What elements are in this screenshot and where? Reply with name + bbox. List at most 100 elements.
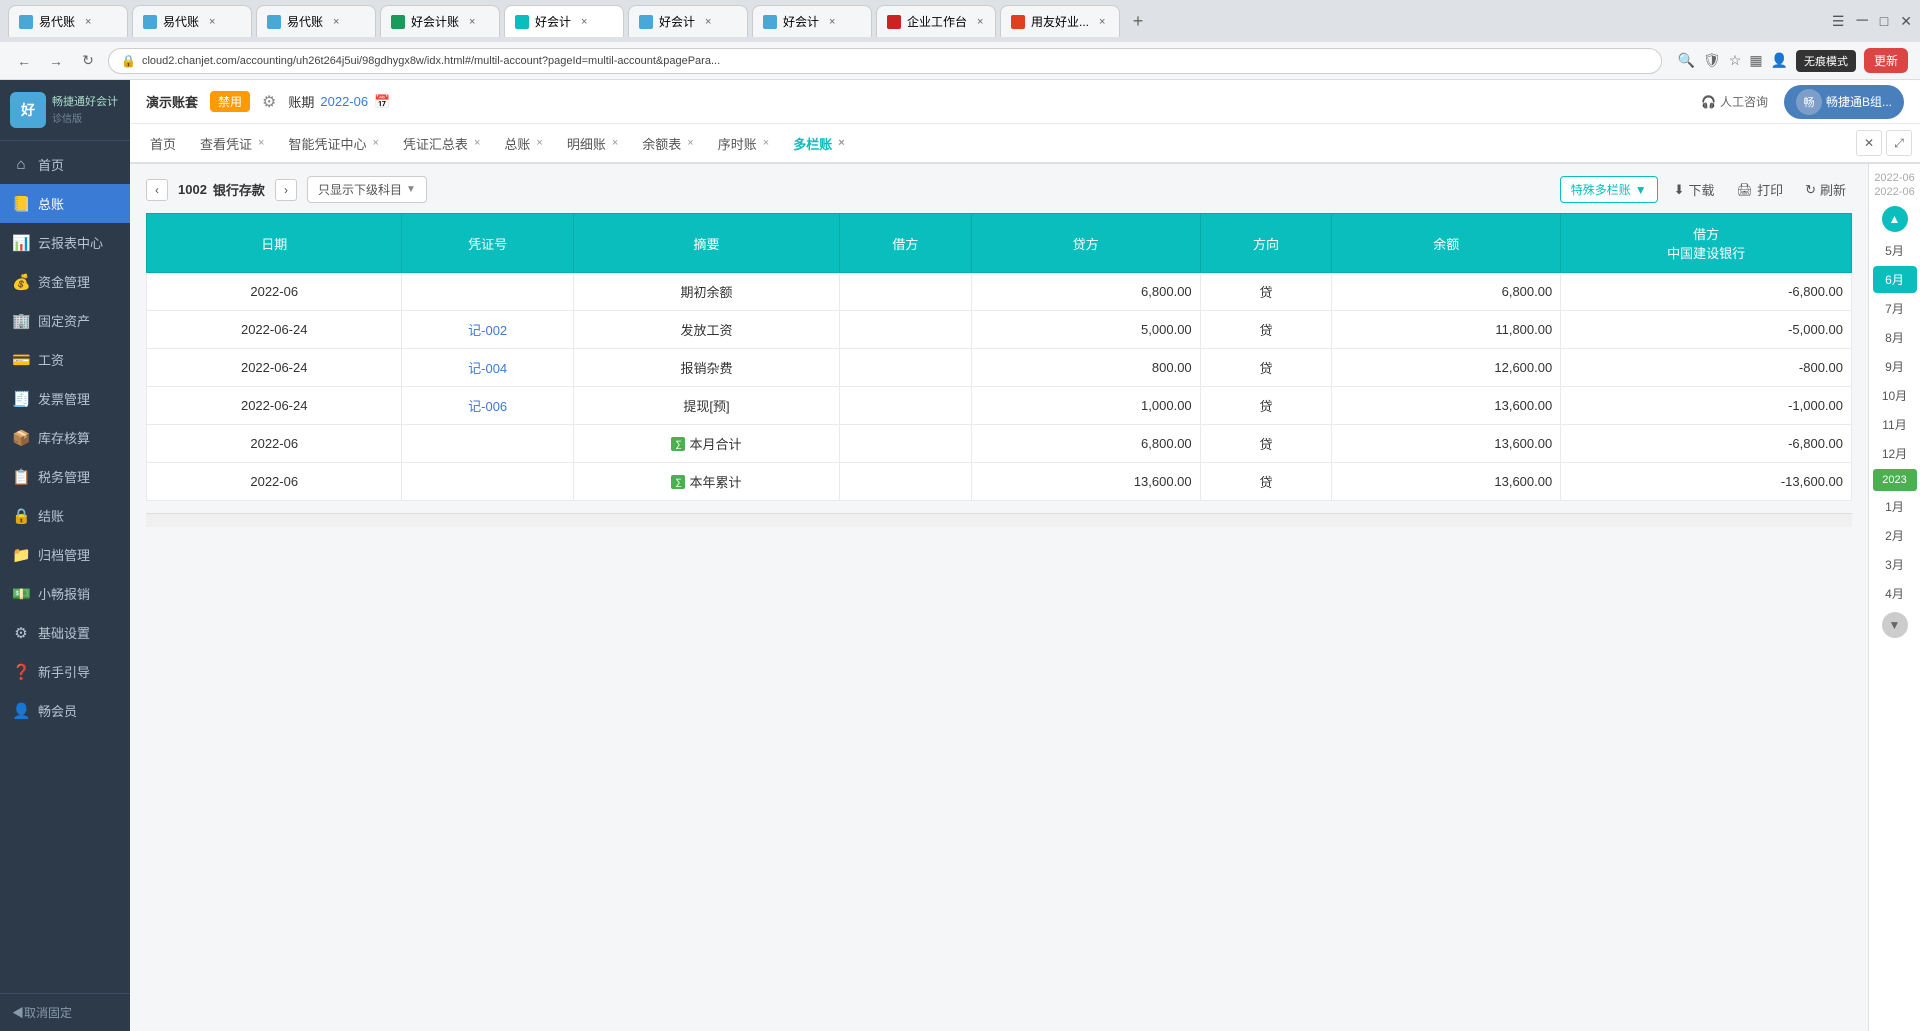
tab-sequence-close[interactable]: ×: [763, 137, 769, 149]
print-button[interactable]: 🖨 打印: [1731, 176, 1790, 203]
prev-account-button[interactable]: ‹: [146, 179, 168, 201]
tab-close-8[interactable]: ×: [977, 16, 983, 28]
sidebar-item-archive[interactable]: 📁 归档管理: [0, 535, 130, 574]
tab-smart-voucher-close[interactable]: ×: [372, 137, 378, 149]
sidebar-item-fund[interactable]: 💰 资金管理: [0, 262, 130, 301]
tab-voucher-summary[interactable]: 凭证汇总表 ×: [391, 124, 492, 164]
month-item-10[interactable]: 10月: [1873, 382, 1917, 409]
tab-voucher[interactable]: 查看凭证 ×: [188, 124, 276, 164]
cell-voucher-2[interactable]: 记-004: [402, 349, 573, 387]
sidebar-toggle-icon[interactable]: ▦: [1749, 52, 1762, 69]
sidebar-item-member[interactable]: 👤 畅会员: [0, 691, 130, 730]
tab-multi-col[interactable]: 多栏账 ×: [781, 124, 856, 164]
multi-col-button[interactable]: 特殊多栏账 ▼: [1560, 176, 1658, 203]
month-scroll-up-button[interactable]: ▲: [1882, 206, 1908, 232]
refresh-button[interactable]: ↻: [76, 49, 100, 73]
sidebar-item-inventory[interactable]: 📦 库存核算: [0, 418, 130, 457]
tab-1[interactable]: 易代账 ×: [8, 5, 128, 37]
sidebar-item-settings[interactable]: ⚙ 基础设置: [0, 613, 130, 652]
refresh-button[interactable]: ↻ 刷新: [1799, 176, 1852, 203]
minimize-button[interactable]: ─: [1856, 12, 1867, 30]
account-selector[interactable]: 1002 银行存款: [178, 180, 265, 199]
month-item-4[interactable]: 4月: [1873, 580, 1917, 607]
settings-gear-icon[interactable]: ⚙: [262, 92, 276, 112]
month-item-3[interactable]: 3月: [1873, 551, 1917, 578]
filter-button[interactable]: 只显示下级科目 ▼: [307, 176, 427, 203]
month-item-7[interactable]: 7月: [1873, 295, 1917, 322]
month-item-8[interactable]: 8月: [1873, 324, 1917, 351]
tab-2[interactable]: 易代账 ×: [132, 5, 252, 37]
tab-general-ledger-close[interactable]: ×: [536, 137, 542, 149]
tab-close-7[interactable]: ×: [829, 16, 835, 28]
update-button[interactable]: 更新: [1864, 48, 1908, 73]
tab-balance-close[interactable]: ×: [687, 137, 693, 149]
shield-icon[interactable]: 🛡: [1703, 52, 1721, 69]
tab-close-2[interactable]: ×: [209, 16, 215, 28]
tab-smart-voucher[interactable]: 智能凭证中心 ×: [276, 124, 390, 164]
sidebar-item-home[interactable]: ⌂ 首页: [0, 145, 130, 184]
tab-close-4[interactable]: ×: [469, 16, 475, 28]
demo-badge[interactable]: 禁用: [210, 91, 250, 112]
tab-4[interactable]: 好会计账 ×: [380, 5, 500, 37]
month-item-2[interactable]: 2月: [1873, 522, 1917, 549]
sidebar-item-salary[interactable]: 💳 工资: [0, 340, 130, 379]
user-profile-button[interactable]: 畅 畅捷通B组...: [1784, 85, 1904, 119]
tab-close-9[interactable]: ×: [1099, 16, 1105, 28]
tab-8[interactable]: 企业工作台 ×: [876, 5, 996, 37]
sidebar-item-close[interactable]: 🔒 结账: [0, 496, 130, 535]
no-trace-button[interactable]: 无痕模式: [1796, 50, 1856, 72]
tab-close-3[interactable]: ×: [333, 16, 339, 28]
close-window-button[interactable]: ✕: [1900, 13, 1912, 30]
customer-service-button[interactable]: 🎧 人工咨询: [1701, 93, 1768, 110]
next-account-button[interactable]: ›: [275, 179, 297, 201]
month-item-5[interactable]: 5月: [1873, 237, 1917, 264]
tabs-close-all-button[interactable]: ✕: [1856, 130, 1882, 156]
cell-voucher-3[interactable]: 记-006: [402, 387, 573, 425]
month-item-6[interactable]: 6月: [1873, 266, 1917, 293]
profile-icon[interactable]: 👤: [1771, 52, 1788, 69]
new-tab-button[interactable]: +: [1124, 7, 1152, 35]
search-icon[interactable]: 🔍: [1678, 52, 1695, 69]
tabs-expand-button[interactable]: ⤢: [1886, 130, 1912, 156]
tab-close-1[interactable]: ×: [85, 16, 91, 28]
sidebar-item-ledger[interactable]: 📒 总账: [0, 184, 130, 223]
back-button[interactable]: ←: [12, 49, 36, 73]
sidebar-item-expense[interactable]: 💵 小畅报销: [0, 574, 130, 613]
month-item-1[interactable]: 1月: [1873, 493, 1917, 520]
horizontal-scrollbar[interactable]: [146, 513, 1852, 527]
tab-close-6[interactable]: ×: [705, 16, 711, 28]
tab-balance[interactable]: 余额表 ×: [630, 124, 705, 164]
tab-voucher-summary-close[interactable]: ×: [474, 137, 480, 149]
tab-3[interactable]: 易代账 ×: [256, 5, 376, 37]
address-bar[interactable]: 🔒 cloud2.chanjet.com/accounting/uh26t264…: [108, 48, 1662, 74]
tab-multi-col-close[interactable]: ×: [838, 137, 844, 149]
download-button[interactable]: ⬇ 下载: [1668, 176, 1721, 203]
tab-close-5[interactable]: ×: [581, 16, 587, 28]
month-scroll-down-button[interactable]: ▼: [1882, 612, 1908, 638]
tab-general-ledger[interactable]: 总账 ×: [492, 124, 554, 164]
forward-button[interactable]: →: [44, 49, 68, 73]
tab-home[interactable]: 首页: [138, 124, 188, 164]
tab-6[interactable]: 好会计 ×: [628, 5, 748, 37]
tab-voucher-close[interactable]: ×: [258, 137, 264, 149]
sidebar-item-tax[interactable]: 📋 税务管理: [0, 457, 130, 496]
sidebar-item-asset[interactable]: 🏢 固定资产: [0, 301, 130, 340]
month-item-12[interactable]: 12月: [1873, 440, 1917, 467]
tab-7[interactable]: 好会计 ×: [752, 5, 872, 37]
tab-detailed-close[interactable]: ×: [612, 137, 618, 149]
tab-detailed[interactable]: 明细账 ×: [555, 124, 630, 164]
star-icon[interactable]: ☆: [1729, 52, 1742, 69]
maximize-button[interactable]: □: [1880, 13, 1888, 29]
tab-9[interactable]: 用友好业... ×: [1000, 5, 1120, 37]
sidebar-item-report[interactable]: 📊 云报表中心: [0, 223, 130, 262]
sidebar-item-guide[interactable]: ❓ 新手引导: [0, 652, 130, 691]
month-item-11[interactable]: 11月: [1873, 411, 1917, 438]
sidebar-pin-button[interactable]: ◀取消固定: [0, 993, 130, 1031]
tab-5[interactable]: 好会计 ×: [504, 5, 624, 37]
sidebar-item-invoice[interactable]: 🧾 发票管理: [0, 379, 130, 418]
month-item-9[interactable]: 9月: [1873, 353, 1917, 380]
tab-sequence[interactable]: 序时账 ×: [706, 124, 781, 164]
tab-list-icon[interactable]: ☰: [1832, 13, 1845, 30]
calendar-icon[interactable]: 📅: [374, 94, 390, 110]
cell-voucher-1[interactable]: 记-002: [402, 311, 573, 349]
